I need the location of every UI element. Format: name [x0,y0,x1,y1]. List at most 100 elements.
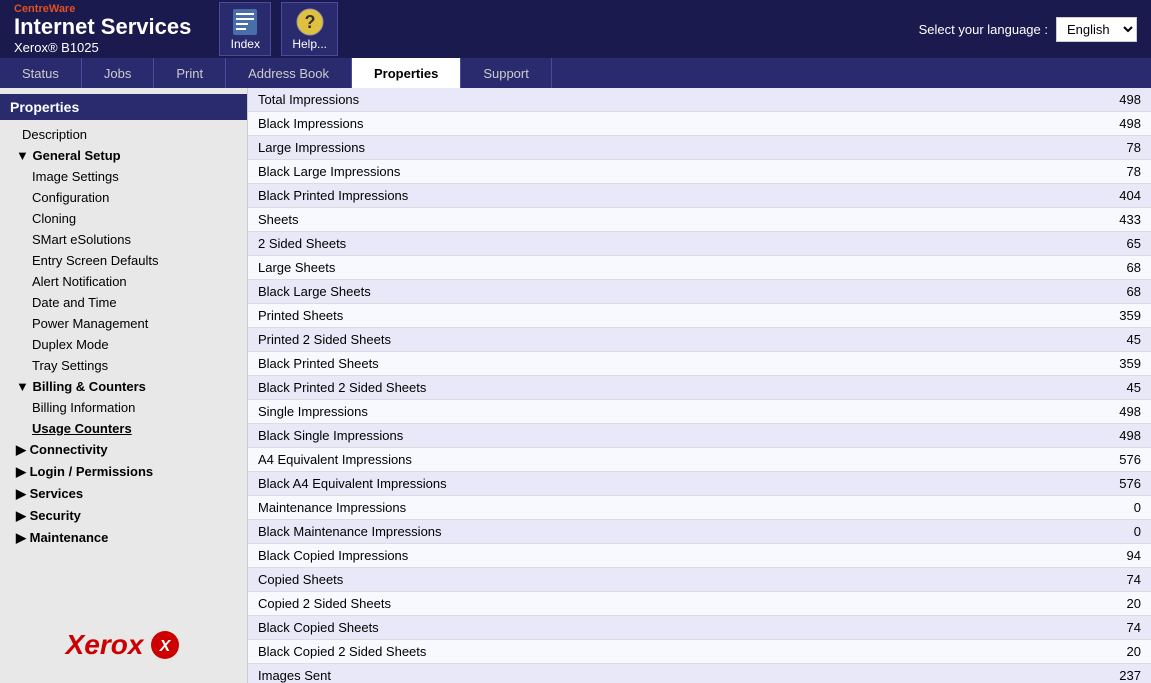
row-label: Black Large Impressions [248,160,1051,184]
svg-text:?: ? [304,12,315,32]
sidebar-item-billinginformation[interactable]: Billing Information [0,397,247,418]
row-label: Black Printed 2 Sided Sheets [248,376,1051,400]
sidebar-item-traysettings[interactable]: Tray Settings [0,355,247,376]
app-title: Internet Services [14,15,191,39]
lang-label: Select your language : [919,22,1048,37]
table-row: Black Maintenance Impressions 0 [248,520,1151,544]
tab-status[interactable]: Status [0,58,82,88]
table-row: Black Copied Sheets 74 [248,616,1151,640]
row-label: Images Sent [248,664,1051,683]
xerox-logo: Xerox X [66,629,182,661]
tab-properties[interactable]: Properties [352,58,461,88]
sidebar-section-generalsetup[interactable]: ▼ General Setup [0,145,247,166]
row-label: Large Sheets [248,256,1051,280]
row-label: 2 Sided Sheets [248,232,1051,256]
table-row: Black A4 Equivalent Impressions 576 [248,472,1151,496]
row-value: 404 [1051,184,1151,208]
row-value: 20 [1051,592,1151,616]
row-value: 433 [1051,208,1151,232]
tab-addressbook[interactable]: Address Book [226,58,352,88]
row-value: 498 [1051,400,1151,424]
tab-support[interactable]: Support [461,58,552,88]
language-select[interactable]: English French German Spanish Italian [1056,17,1137,42]
row-label: Total Impressions [248,88,1051,112]
sidebar-item-smartesolutions[interactable]: SMart eSolutions [0,229,247,250]
row-label: Copied 2 Sided Sheets [248,592,1051,616]
table-row: Black Copied 2 Sided Sheets 20 [248,640,1151,664]
xerox-icon: X [149,629,181,661]
tab-jobs[interactable]: Jobs [82,58,154,88]
table-row: Copied Sheets 74 [248,568,1151,592]
sidebar-item-datetime[interactable]: Date and Time [0,292,247,313]
sidebar-item-cloning[interactable]: Cloning [0,208,247,229]
language-section: Select your language : English French Ge… [919,17,1137,42]
sidebar-item-description[interactable]: Description [0,124,247,145]
usage-counters-table: Total Impressions 498 Black Impressions … [248,88,1151,683]
sidebar-title: Properties [0,94,247,120]
row-value: 94 [1051,544,1151,568]
help-icon: ? [295,7,325,37]
row-label: Copied Sheets [248,568,1051,592]
model-label: Xerox® B1025 [14,40,191,55]
sidebar-section-connectivity[interactable]: ▶ Connectivity [0,439,247,461]
row-label: Maintenance Impressions [248,496,1051,520]
tab-print[interactable]: Print [154,58,226,88]
table-row: Single Impressions 498 [248,400,1151,424]
sidebar-section-services[interactable]: ▶ Services [0,483,247,505]
row-value: 359 [1051,352,1151,376]
table-row: Black Large Impressions 78 [248,160,1151,184]
row-value: 0 [1051,520,1151,544]
index-button[interactable]: Index [219,2,271,56]
index-label: Index [231,37,260,51]
sidebar-item-powermanagement[interactable]: Power Management [0,313,247,334]
table-row: A4 Equivalent Impressions 576 [248,448,1151,472]
svg-text:X: X [159,638,172,655]
row-value: 78 [1051,136,1151,160]
row-label: Black Copied 2 Sided Sheets [248,640,1051,664]
help-button[interactable]: ? Help... [281,2,338,56]
sidebar-item-alertnotification[interactable]: Alert Notification [0,271,247,292]
row-label: Black Printed Impressions [248,184,1051,208]
main-layout: Properties Description ▼ General Setup I… [0,88,1151,683]
table-row: 2 Sided Sheets 65 [248,232,1151,256]
xerox-logo-area: Xerox X [0,613,247,677]
sidebar-item-entryscreendefaults[interactable]: Entry Screen Defaults [0,250,247,271]
row-label: Black Copied Impressions [248,544,1051,568]
row-label: Single Impressions [248,400,1051,424]
row-label: Large Impressions [248,136,1051,160]
sidebar-item-imagesettings[interactable]: Image Settings [0,166,247,187]
row-value: 74 [1051,568,1151,592]
logo-block: CentreWare Internet Services Xerox® B102… [14,3,191,54]
table-row: Black Impressions 498 [248,112,1151,136]
row-value: 65 [1051,232,1151,256]
content-area: Total Impressions 498 Black Impressions … [248,88,1151,683]
row-label: Black Large Sheets [248,280,1051,304]
row-label: Black Maintenance Impressions [248,520,1051,544]
sidebar-section-loginpermissions[interactable]: ▶ Login / Permissions [0,461,247,483]
table-row: Black Large Sheets 68 [248,280,1151,304]
row-label: Black Copied Sheets [248,616,1051,640]
row-label: Printed 2 Sided Sheets [248,328,1051,352]
sidebar-section-billingcounters[interactable]: ▼ Billing & Counters [0,376,247,397]
table-row: Black Printed Sheets 359 [248,352,1151,376]
row-value: 237 [1051,664,1151,683]
table-row: Images Sent 237 [248,664,1151,683]
sidebar-section-security[interactable]: ▶ Security [0,505,247,527]
sidebar-item-duplexmode[interactable]: Duplex Mode [0,334,247,355]
sidebar: Properties Description ▼ General Setup I… [0,88,248,683]
sidebar-section-maintenance[interactable]: ▶ Maintenance [0,527,247,549]
row-value: 45 [1051,376,1151,400]
table-row: Printed 2 Sided Sheets 45 [248,328,1151,352]
help-label: Help... [292,37,327,51]
row-label: Black Impressions [248,112,1051,136]
sidebar-item-usagecounters[interactable]: Usage Counters [0,418,247,439]
index-icon [230,7,260,37]
nav-tabs: Status Jobs Print Address Book Propertie… [0,58,1151,88]
table-row: Total Impressions 498 [248,88,1151,112]
table-row: Large Sheets 68 [248,256,1151,280]
header: CentreWare Internet Services Xerox® B102… [0,0,1151,58]
row-value: 359 [1051,304,1151,328]
table-row: Black Copied Impressions 94 [248,544,1151,568]
sidebar-item-configuration[interactable]: Configuration [0,187,247,208]
row-value: 45 [1051,328,1151,352]
